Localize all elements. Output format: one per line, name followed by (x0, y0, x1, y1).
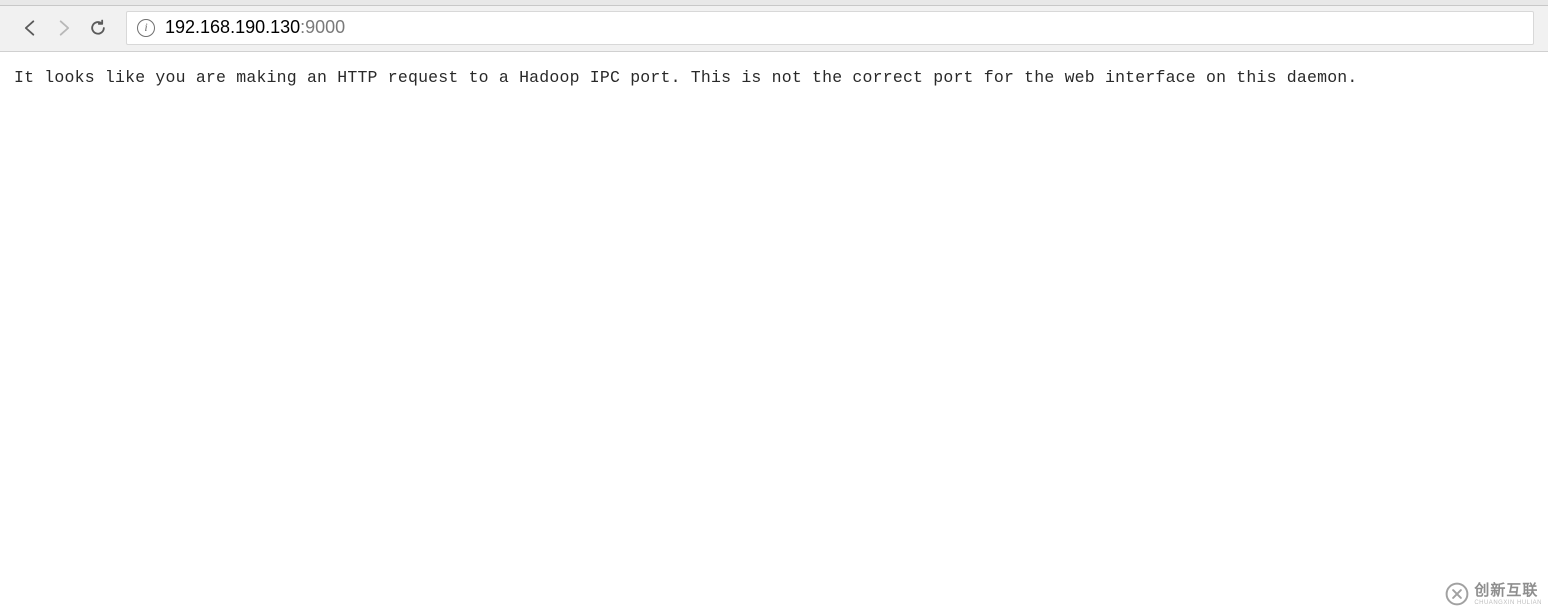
url-port: :9000 (300, 17, 345, 38)
nav-controls (20, 18, 108, 38)
page-body: It looks like you are making an HTTP req… (0, 52, 1548, 103)
reload-button[interactable] (88, 18, 108, 38)
watermark-sub: CHUANGXIN HULIAN (1474, 600, 1542, 606)
address-bar[interactable]: i 192.168.190.130:9000 (126, 11, 1534, 45)
watermark: 创新互联 CHUANGXIN HULIAN (1444, 581, 1542, 607)
tab-strip (0, 0, 1548, 6)
info-glyph: i (144, 20, 147, 35)
error-message: It looks like you are making an HTTP req… (14, 68, 1358, 87)
forward-button[interactable] (54, 18, 74, 38)
browser-toolbar: i 192.168.190.130:9000 (0, 0, 1548, 52)
back-button[interactable] (20, 18, 40, 38)
watermark-logo-icon (1444, 581, 1470, 607)
site-info-icon[interactable]: i (137, 19, 155, 37)
watermark-main: 创新互联 (1474, 583, 1542, 598)
url-host: 192.168.190.130 (165, 17, 300, 38)
watermark-text: 创新互联 CHUANGXIN HULIAN (1474, 583, 1542, 606)
